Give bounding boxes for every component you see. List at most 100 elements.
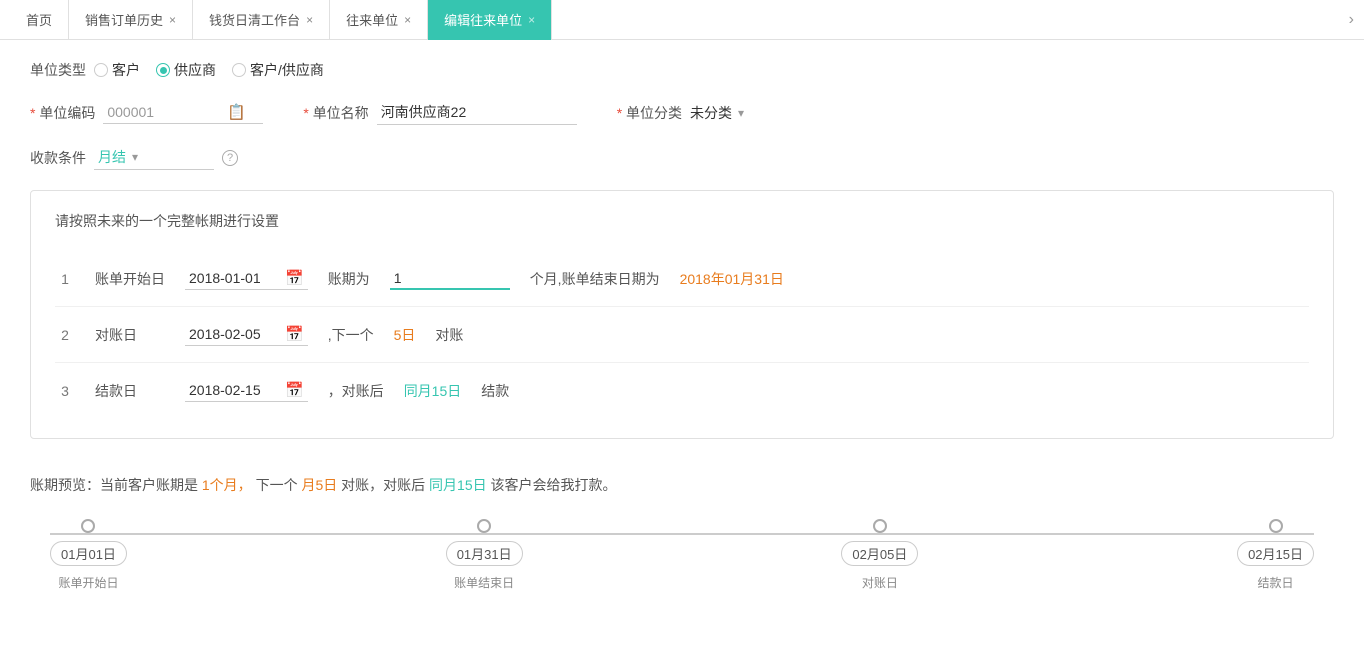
step-highlight-2: 5日 [394,325,416,345]
step-desc-before-2: ,下一个 [328,325,374,345]
unit-name-label: 单位名称 [303,103,368,123]
node-desc-4: 结款日 [1258,574,1294,591]
step-label-2: 对账日 [95,325,165,345]
preview-highlight1: 1个月， [202,477,252,493]
tab-edit-partner-unit[interactable]: 编辑往来单位 × [428,0,552,40]
unit-category-arrow-icon: ▾ [738,106,744,120]
period-input[interactable] [390,268,510,290]
timeline-node-3: 02月05日 对账日 [841,519,918,591]
preview-text: 账期预览：当前客户账期是 1个月， 下一个 月5日 对账，对账后 同月15日 该… [30,475,1334,495]
radio-customer-supplier-circle [232,63,246,77]
step-date-input-2: 📅 [185,323,308,346]
radio-supplier-circle [156,63,170,77]
node-label-box-1: 01月01日 [50,541,127,566]
radio-customer-circle [94,63,108,77]
step-rows: 1 账单开始日 📅 账期为 个月,账单结束日期为 2018年01月31日 2 对… [55,251,1309,418]
payment-condition-arrow-icon: ▾ [132,150,138,164]
preview-section: 账期预览：当前客户账期是 1个月， 下一个 月5日 对账，对账后 同月15日 该… [30,459,1334,637]
unit-info-row: 单位编码 📋 单位名称 单位分类 未分类 ▾ [30,100,1334,125]
step-date-field-1[interactable] [189,270,279,286]
node-dot-4 [1269,519,1283,533]
radio-supplier[interactable]: 供应商 [156,60,216,80]
step-row-2: 2 对账日 📅 ,下一个 5日 对账 [55,307,1309,363]
unit-category-value: 未分类 [690,103,732,123]
step-calendar-icon-1[interactable]: 📅 [285,269,304,287]
tab-partner-units[interactable]: 往来单位 × [330,0,428,40]
unit-code-label: 单位编码 [30,103,95,123]
tab-sales-order-history[interactable]: 销售订单历史 × [69,0,193,40]
timeline-node-1: 01月01日 账单开始日 [50,519,127,591]
radio-customer-supplier[interactable]: 客户/供应商 [232,60,324,80]
timeline-wrapper: 01月01日 账单开始日 01月31日 账单结束日 02月05日 对账日 02月… [30,519,1334,621]
help-icon-text: ? [227,152,233,164]
payment-condition-select[interactable]: 月结 ▾ [94,145,214,170]
radio-group: 客户 供应商 客户/供应商 [94,60,324,80]
unit-type-row: 单位类型 客户 供应商 客户/供应商 [30,60,1334,80]
preview-middle1: 下一个 [256,477,298,493]
unit-type-group: 单位类型 客户 供应商 客户/供应商 [30,60,324,80]
node-desc-1: 账单开始日 [58,574,118,591]
step-desc-after-1: 个月,账单结束日期为 [530,269,660,289]
payment-condition-label: 收款条件 [30,148,86,168]
step-desc-before-3: ，对账后 [328,381,384,401]
node-dot-3 [873,519,887,533]
tab-partner-units-close[interactable]: × [404,13,411,27]
radio-customer-supplier-label: 客户/供应商 [250,60,324,80]
tab-bar-arrow-icon[interactable]: › [1349,11,1354,29]
tab-cash-workbench[interactable]: 钱货日清工作台 × [193,0,330,40]
tab-cash-workbench-close[interactable]: × [306,13,313,27]
tab-sales-order-history-label: 销售订单历史 [85,10,163,29]
step-num-3: 3 [55,383,75,399]
unit-code-group: 单位编码 📋 [30,101,263,124]
tab-partner-units-label: 往来单位 [346,10,398,29]
payment-condition-group: 收款条件 月结 ▾ ? [30,145,238,170]
unit-category-group: 单位分类 未分类 ▾ [617,103,770,123]
step-date-field-2[interactable] [189,326,279,342]
step-num-2: 2 [55,327,75,343]
step-desc-before-1: 账期为 [328,269,370,289]
section-title: 请按照未来的一个完整帐期进行设置 [55,211,1309,231]
tab-cash-workbench-label: 钱货日清工作台 [209,10,300,29]
radio-supplier-label: 供应商 [174,60,216,80]
unit-name-input[interactable] [377,100,577,125]
unit-name-group: 单位名称 [303,100,576,125]
node-label-box-3: 02月05日 [841,541,918,566]
timeline-node-2: 01月31日 账单结束日 [446,519,523,591]
tab-home[interactable]: 首页 [10,0,69,40]
main-content: 单位类型 客户 供应商 客户/供应商 单位编码 [0,40,1364,657]
radio-customer-label: 客户 [112,60,140,80]
unit-category-label: 单位分类 [617,103,682,123]
step-desc-after-3: 结款 [481,381,509,401]
help-icon[interactable]: ? [222,150,238,166]
step-desc-after-2: 对账 [435,325,463,345]
preview-highlight3: 同月15日 [429,477,487,493]
unit-type-label: 单位类型 [30,60,86,80]
timeline-nodes: 01月01日 账单开始日 01月31日 账单结束日 02月05日 对账日 02月… [50,519,1314,591]
radio-customer[interactable]: 客户 [94,60,140,80]
node-desc-3: 对账日 [862,574,898,591]
step-num-1: 1 [55,271,75,287]
unit-code-input[interactable] [107,104,227,120]
tab-edit-partner-unit-close[interactable]: × [528,13,535,27]
tab-sales-order-history-close[interactable]: × [169,13,176,27]
tab-bar: 首页 销售订单历史 × 钱货日清工作台 × 往来单位 × 编辑往来单位 × › [0,0,1364,40]
step-date-input-1: 📅 [185,267,308,290]
preview-prefix: 账期预览：当前客户账期是 [30,477,198,493]
unit-code-icon[interactable]: 📋 [227,103,246,121]
preview-middle2: 对账，对账后 [341,477,425,493]
step-highlight-3: 同月15日 [404,381,462,401]
step-calendar-icon-2[interactable]: 📅 [285,325,304,343]
step-label-3: 结款日 [95,381,165,401]
payment-condition-value: 月结 [98,147,126,167]
node-label-box-4: 02月15日 [1237,541,1314,566]
payment-condition-row: 收款条件 月结 ▾ ? [30,145,1334,170]
preview-highlight2: 月5日 [301,477,337,493]
step-label-1: 账单开始日 [95,269,165,289]
period-settings-box: 请按照未来的一个完整帐期进行设置 1 账单开始日 📅 账期为 个月,账单结束日期… [30,190,1334,439]
preview-suffix: 该客户会给我打款。 [491,477,617,493]
step-row-3: 3 结款日 📅 ，对账后 同月15日 结款 [55,363,1309,418]
timeline-node-4: 02月15日 结款日 [1237,519,1314,591]
step-date-field-3[interactable] [189,382,279,398]
unit-category-select[interactable]: 未分类 ▾ [690,103,770,123]
step-calendar-icon-3[interactable]: 📅 [285,381,304,399]
